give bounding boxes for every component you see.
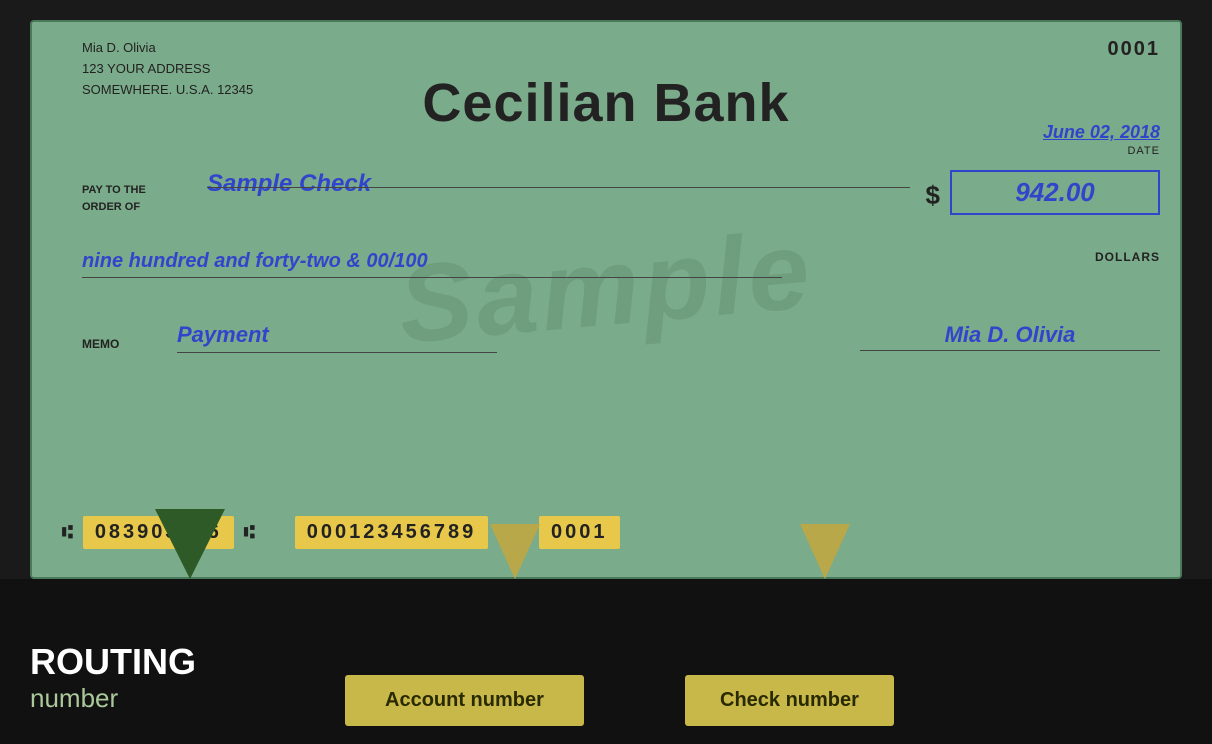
dollars-label: DOLLARS [1095, 250, 1160, 264]
routing-label-area: ROUTING number [30, 641, 196, 714]
check-number-label: Check number [685, 675, 894, 726]
routing-subtitle: number [30, 683, 196, 714]
account-arrow [490, 524, 540, 579]
routing-arrow [155, 509, 225, 579]
memo-label: MEMO [82, 337, 119, 351]
bank-name: Cecilian Bank [32, 72, 1180, 134]
check-number-top: 0001 [1108, 38, 1161, 61]
signature-value: Mia D. Olivia [860, 322, 1160, 348]
micr-account: 000123456789 [295, 516, 488, 549]
payee-line [207, 187, 910, 188]
date-label: DATE [1043, 145, 1160, 157]
micr-symbol-start: ⑆ [62, 522, 73, 543]
routing-title: ROUTING [30, 641, 196, 683]
signature-line [860, 350, 1160, 351]
pay-to-label: PAY TO THE ORDER OF [82, 182, 146, 215]
amount-value: 942.00 [1015, 177, 1095, 208]
micr-symbol-mid: ⑆ [244, 522, 255, 543]
dollar-sign: $ [926, 180, 940, 211]
date-area: June 02, 2018 DATE [1043, 122, 1160, 157]
check-body: Sample 0001 Mia D. Olivia 123 YOUR ADDRE… [30, 20, 1182, 579]
payee-value: Sample Check [207, 170, 371, 198]
memo-value: Payment [177, 322, 497, 353]
date-value: June 02, 2018 [1043, 122, 1160, 143]
holder-name: Mia D. Olivia [82, 38, 253, 59]
micr-line: ⑆ 083903056 ⑆ 000123456789 ⑈ 0001 [62, 516, 1150, 549]
micr-check-number: 0001 [539, 516, 620, 549]
written-amount: nine hundred and forty-two & 00/100 [82, 250, 782, 278]
check-arrow [800, 524, 850, 579]
amount-box: 942.00 [950, 170, 1160, 215]
account-number-label: Account number [345, 675, 584, 726]
